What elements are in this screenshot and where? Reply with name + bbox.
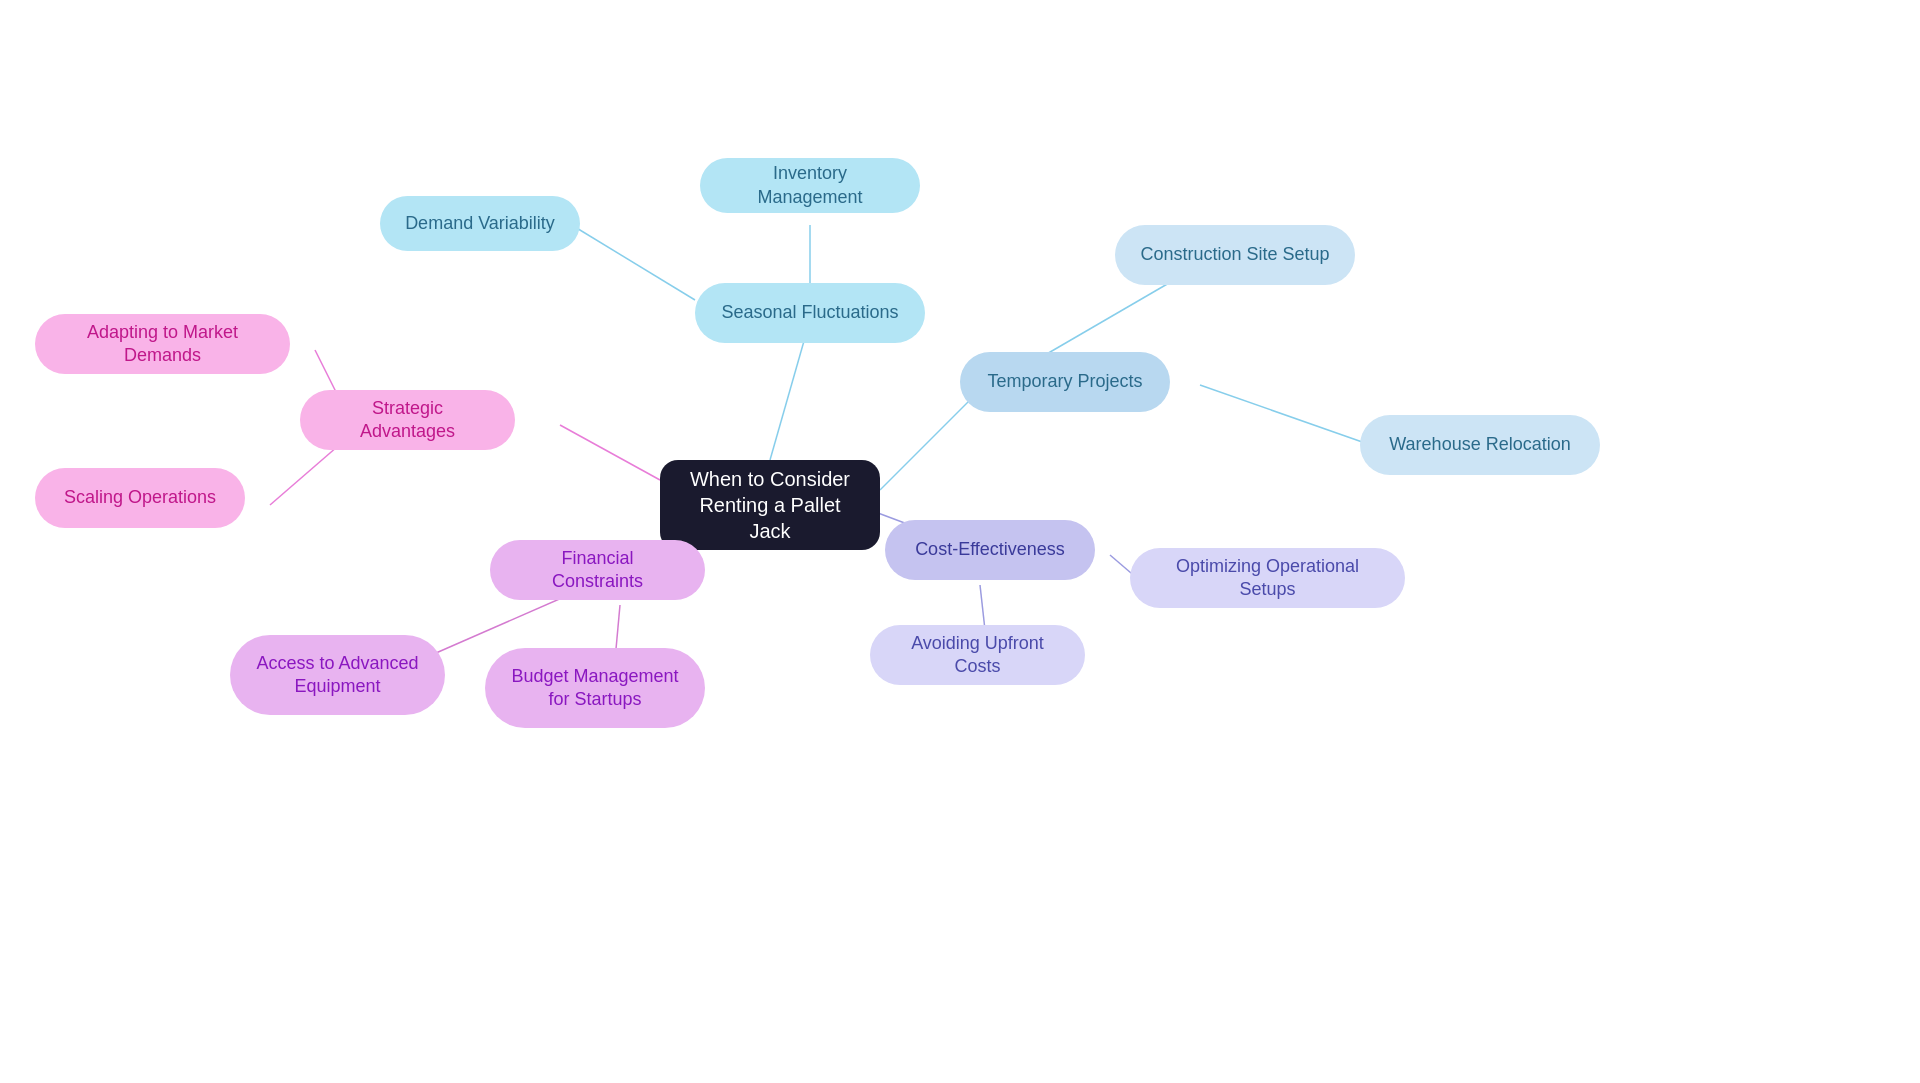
- warehouse-relocation-label: Warehouse Relocation: [1389, 433, 1570, 456]
- scaling-operations-node: Scaling Operations: [35, 468, 245, 528]
- seasonal-fluctuations-node: Seasonal Fluctuations: [695, 283, 925, 343]
- center-label: When to Consider Renting a Pallet Jack: [684, 466, 856, 544]
- svg-line-10: [980, 585, 985, 630]
- strategic-advantages-node: Strategic Advantages: [300, 390, 515, 450]
- strategic-advantages-label: Strategic Advantages: [324, 397, 491, 444]
- access-to-advanced-equipment-label: Access to Advanced Equipment: [254, 652, 421, 699]
- demand-variability-label: Demand Variability: [405, 212, 555, 235]
- inventory-management-node: Inventory Management: [700, 158, 920, 213]
- avoiding-upfront-costs-label: Avoiding Upfront Costs: [894, 632, 1061, 679]
- center-node: When to Consider Renting a Pallet Jack: [660, 460, 880, 550]
- scaling-operations-label: Scaling Operations: [64, 486, 216, 509]
- construction-site-setup-node: Construction Site Setup: [1115, 225, 1355, 285]
- cost-effectiveness-label: Cost-Effectiveness: [915, 538, 1065, 561]
- seasonal-fluctuations-label: Seasonal Fluctuations: [721, 301, 898, 324]
- svg-line-6: [560, 425, 660, 480]
- budget-management-for-startups-label: Budget Management for Startups: [509, 665, 681, 712]
- inventory-management-label: Inventory Management: [724, 162, 896, 209]
- temporary-projects-node: Temporary Projects: [960, 352, 1170, 412]
- cost-effectiveness-node: Cost-Effectiveness: [885, 520, 1095, 580]
- optimizing-operational-setups-label: Optimizing Operational Setups: [1154, 555, 1381, 602]
- financial-constraints-label: Financial Constraints: [514, 547, 681, 594]
- optimizing-operational-setups-node: Optimizing Operational Setups: [1130, 548, 1405, 608]
- access-to-advanced-equipment-node: Access to Advanced Equipment: [230, 635, 445, 715]
- svg-line-2: [575, 227, 695, 300]
- adapting-to-market-demands-label: Adapting to Market Demands: [59, 321, 266, 368]
- svg-line-5: [1200, 385, 1385, 450]
- demand-variability-node: Demand Variability: [380, 196, 580, 251]
- temporary-projects-label: Temporary Projects: [987, 370, 1142, 393]
- budget-management-for-startups-node: Budget Management for Startups: [485, 648, 705, 728]
- warehouse-relocation-node: Warehouse Relocation: [1360, 415, 1600, 475]
- financial-constraints-node: Financial Constraints: [490, 540, 705, 600]
- construction-site-setup-label: Construction Site Setup: [1140, 243, 1329, 266]
- adapting-to-market-demands-node: Adapting to Market Demands: [35, 314, 290, 374]
- mindmap-container: When to Consider Renting a Pallet Jack S…: [0, 0, 1920, 1083]
- avoiding-upfront-costs-node: Avoiding Upfront Costs: [870, 625, 1085, 685]
